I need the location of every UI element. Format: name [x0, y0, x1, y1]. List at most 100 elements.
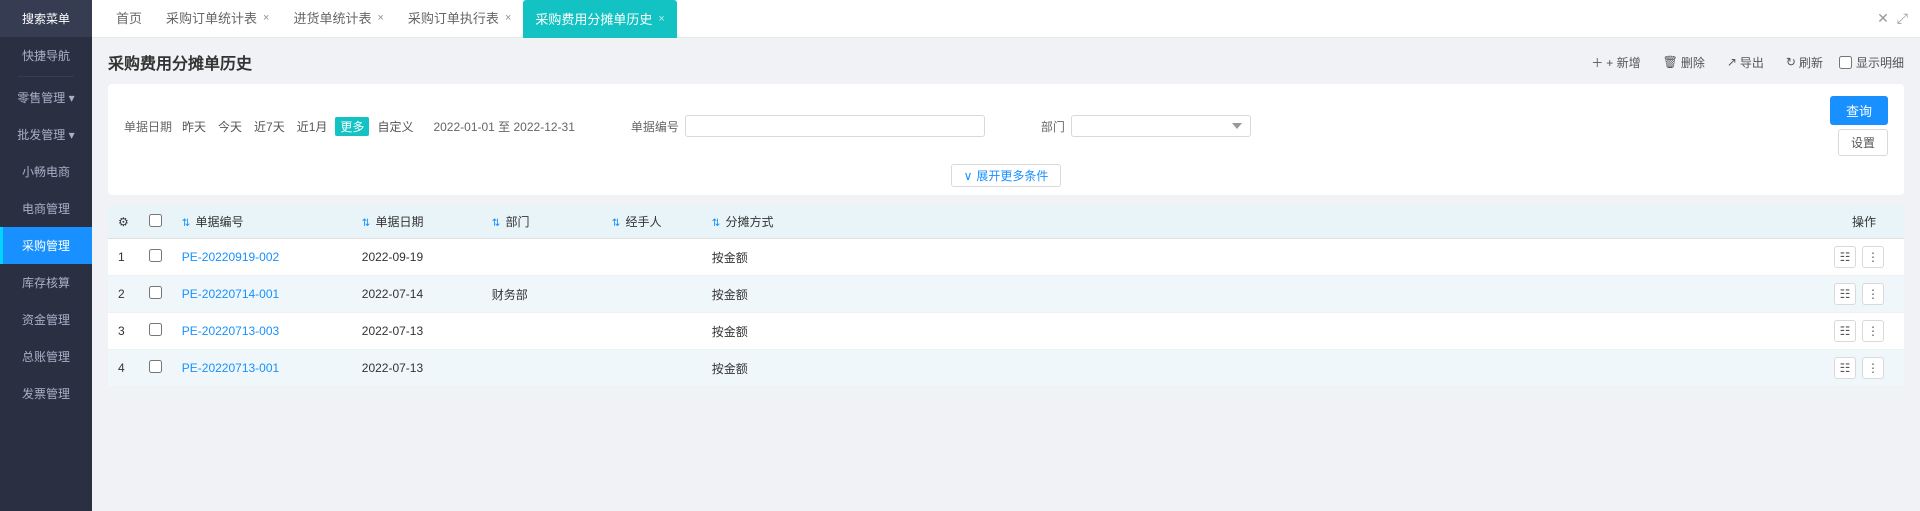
sidebar-item-label: 批发管理	[17, 128, 65, 142]
yesterday-btn[interactable]: 昨天	[178, 117, 210, 136]
row-actions: ☷ ⋮	[1824, 239, 1904, 276]
th-docno[interactable]: ⇅ 单据编号	[172, 205, 352, 239]
docno-input[interactable]	[685, 115, 985, 137]
sort-icon: ⇅	[362, 218, 370, 229]
row-docdate: 2022-07-13	[352, 350, 482, 387]
row-more-icon[interactable]: ⋮	[1862, 357, 1884, 379]
row-actions: ☷ ⋮	[1824, 350, 1904, 387]
tab-bar: 首页 采购订单统计表 × 进货单统计表 × 采购订单执行表 × 采购费用分摊单历…	[92, 0, 1920, 38]
table-row: 1 PE-20220919-002 2022-09-19 按金额 ☷ ⋮	[108, 239, 1904, 276]
th-checkbox	[139, 205, 172, 239]
row-checkbox-cell	[139, 313, 172, 350]
row-checkbox[interactable]	[149, 286, 162, 299]
row-actions: ☷ ⋮	[1824, 276, 1904, 313]
tab-purchase-cost-history[interactable]: 采购费用分摊单历史 ×	[523, 0, 676, 38]
last1month-btn[interactable]: 近1月	[293, 117, 332, 136]
date-btns: 昨天 今天 近7天 近1月 更多 自定义	[178, 117, 417, 136]
row-no: 2	[108, 276, 139, 313]
refresh-button[interactable]: ↻ 刷新	[1780, 51, 1829, 74]
th-handler[interactable]: ⇅ 经手人	[602, 205, 702, 239]
last7days-btn[interactable]: 近7天	[250, 117, 289, 136]
tab-purchase-exec[interactable]: 采购订单执行表 ×	[396, 0, 523, 38]
setting-button[interactable]: 设置	[1838, 129, 1888, 156]
add-button[interactable]: ＋ + 新增	[1585, 51, 1646, 74]
sidebar-item-ecommerce[interactable]: 电商管理	[0, 190, 92, 227]
docno-link[interactable]: PE-20220713-003	[182, 324, 279, 338]
tab-purchase-in-stats[interactable]: 进货单统计表 ×	[281, 0, 395, 38]
sidebar-item-inventory[interactable]: 库存核算	[0, 264, 92, 301]
table-header-row: ⚙ ⇅ 单据编号 ⇅ 单据日期	[108, 205, 1904, 239]
sidebar-item-purchase[interactable]: 采购管理	[0, 227, 92, 264]
date-range-text: 2022-01-01 至 2022-12-31	[433, 118, 574, 135]
filter-search-group: 查询 设置	[1830, 96, 1888, 156]
row-checkbox[interactable]	[149, 249, 162, 262]
row-more-icon[interactable]: ⋮	[1862, 283, 1884, 305]
search-button[interactable]: 查询	[1830, 96, 1888, 125]
expand-more-btn[interactable]: ∨ 展开更多条件	[951, 164, 1062, 187]
row-edit-icon[interactable]: ☷	[1834, 246, 1856, 268]
chevron-down-icon: ▾	[69, 91, 75, 105]
settings-icon[interactable]: ⚙	[118, 215, 129, 229]
tab-purchase-stats[interactable]: 采购订单统计表 ×	[154, 0, 281, 38]
expand-tab-action[interactable]: ⤢	[1897, 10, 1908, 27]
sidebar-item-label: 库存核算	[22, 276, 70, 290]
row-dept: 财务部	[482, 276, 602, 313]
sidebar-item-retail[interactable]: 零售管理 ▾	[0, 79, 92, 116]
row-edit-icon[interactable]: ☷	[1834, 357, 1856, 379]
tab-close-purchase-in-stats[interactable]: ×	[377, 12, 383, 24]
select-all-checkbox[interactable]	[149, 214, 162, 227]
th-setting: ⚙	[108, 205, 139, 239]
tab-close-purchase-cost-history[interactable]: ×	[658, 13, 664, 25]
sidebar-item-invoice[interactable]: 发票管理	[0, 375, 92, 412]
th-dept[interactable]: ⇅ 部门	[482, 205, 602, 239]
custom-btn[interactable]: 自定义	[373, 117, 417, 136]
show-cols-checkbox[interactable]	[1839, 56, 1852, 69]
sidebar-item-label: 总账管理	[22, 350, 70, 364]
row-no: 1	[108, 239, 139, 276]
dept-label: 部门	[1041, 118, 1065, 135]
tab-close-purchase-stats[interactable]: ×	[263, 12, 269, 24]
today-btn[interactable]: 今天	[214, 117, 246, 136]
tab-close-purchase-exec[interactable]: ×	[505, 12, 511, 24]
docno-link[interactable]: PE-20220713-001	[182, 361, 279, 375]
sidebar-item-search-menu[interactable]: 搜索菜单	[0, 0, 92, 37]
row-checkbox[interactable]	[149, 323, 162, 336]
main-area: 首页 采购订单统计表 × 进货单统计表 × 采购订单执行表 × 采购费用分摊单历…	[92, 0, 1920, 511]
delete-button[interactable]: 🗑 删除	[1657, 51, 1711, 74]
row-no: 3	[108, 313, 139, 350]
more-date-btn[interactable]: 更多	[335, 117, 369, 136]
row-more-icon[interactable]: ⋮	[1862, 246, 1884, 268]
sidebar-item-label: 搜索菜单	[22, 12, 70, 26]
sidebar-item-finance[interactable]: 资金管理	[0, 301, 92, 338]
export-button[interactable]: ↗ 导出	[1721, 51, 1770, 74]
th-docdate[interactable]: ⇅ 单据日期	[352, 205, 482, 239]
row-checkbox[interactable]	[149, 360, 162, 373]
row-docno: PE-20220713-001	[172, 350, 352, 387]
row-docno: PE-20220714-001	[172, 276, 352, 313]
docno-link[interactable]: PE-20220714-001	[182, 287, 279, 301]
row-more-icon[interactable]: ⋮	[1862, 320, 1884, 342]
close-tab-action[interactable]: ✕	[1877, 10, 1889, 27]
row-no: 4	[108, 350, 139, 387]
show-cols-checkbox-label[interactable]: 显示明细	[1839, 54, 1904, 71]
docno-label: 单据编号	[631, 118, 679, 135]
row-checkbox-cell	[139, 350, 172, 387]
table-row: 3 PE-20220713-003 2022-07-13 按金额 ☷ ⋮	[108, 313, 1904, 350]
row-actions: ☷ ⋮	[1824, 313, 1904, 350]
sidebar-item-ledger[interactable]: 总账管理	[0, 338, 92, 375]
row-handler	[602, 350, 702, 387]
sidebar-item-wholesale[interactable]: 批发管理 ▾	[0, 116, 92, 153]
th-method[interactable]: ⇅ 分摊方式	[702, 205, 1824, 239]
toolbar: ＋ + 新增 🗑 删除 ↗ 导出 ↻ 刷新 显示明细	[1585, 51, 1904, 74]
row-edit-icon[interactable]: ☷	[1834, 320, 1856, 342]
sidebar-item-ecommerce-xc[interactable]: 小畅电商	[0, 153, 92, 190]
table-wrap: ⚙ ⇅ 单据编号 ⇅ 单据日期	[108, 205, 1904, 387]
row-method: 按金额	[702, 276, 1824, 313]
row-handler	[602, 313, 702, 350]
dept-select[interactable]: 财务部	[1071, 115, 1251, 137]
docno-link[interactable]: PE-20220919-002	[182, 250, 279, 264]
tab-home[interactable]: 首页	[104, 0, 154, 38]
row-edit-icon[interactable]: ☷	[1834, 283, 1856, 305]
row-method: 按金额	[702, 239, 1824, 276]
sidebar-item-quick-nav[interactable]: 快捷导航	[0, 37, 92, 74]
